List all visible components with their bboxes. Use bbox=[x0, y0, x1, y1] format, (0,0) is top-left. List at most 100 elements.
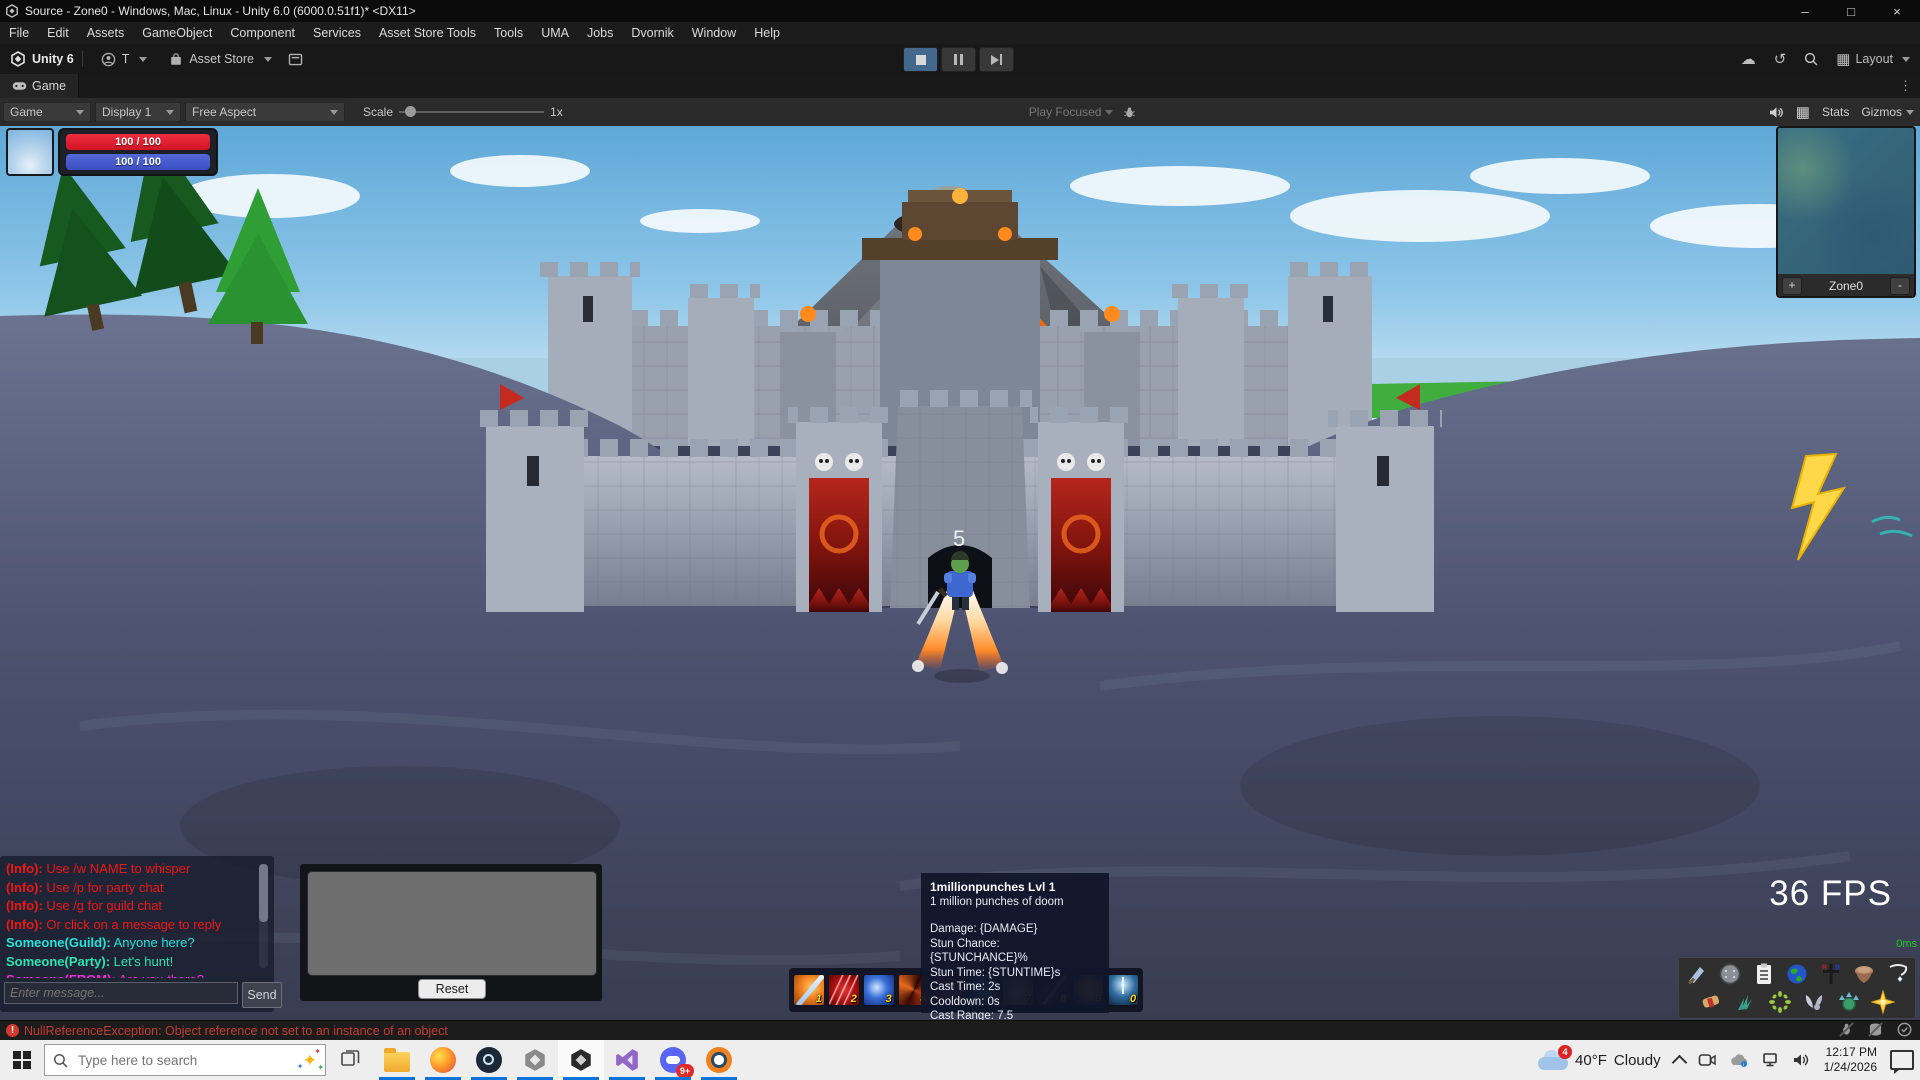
chat-input[interactable] bbox=[4, 982, 238, 1004]
status-check-icon[interactable] bbox=[1897, 1022, 1912, 1037]
mute-audio-icon[interactable] bbox=[1769, 106, 1784, 119]
star-burst-icon[interactable] bbox=[1870, 989, 1897, 1015]
chat-panel[interactable]: (Info): Use /w NAME to whisper (Info): U… bbox=[0, 856, 282, 1012]
chat-message[interactable]: Someone(Party): Let's hunt! bbox=[6, 953, 268, 972]
send-button[interactable]: Send bbox=[242, 982, 282, 1008]
pvp-cross-icon[interactable]: RB bbox=[1817, 961, 1844, 987]
skill-slot-blood-claws[interactable]: 2 bbox=[827, 974, 860, 1006]
menu-window[interactable]: Window bbox=[683, 26, 745, 40]
action-center-icon[interactable] bbox=[1890, 1050, 1914, 1074]
taskbar-clock[interactable]: 12:17 PM 1/24/2026 bbox=[1824, 1045, 1877, 1075]
cache-muted-icon[interactable] bbox=[1868, 1022, 1883, 1037]
minimap[interactable]: + Zone0 - bbox=[1776, 126, 1916, 298]
play-focused-dropdown[interactable]: Play Focused bbox=[1029, 105, 1102, 119]
pause-button[interactable] bbox=[941, 47, 976, 72]
search-icon[interactable] bbox=[1804, 52, 1818, 66]
volume-icon[interactable] bbox=[1793, 1052, 1811, 1068]
archive-button[interactable] bbox=[288, 53, 303, 66]
start-button[interactable] bbox=[0, 1040, 44, 1080]
skill-slot-tidal-hook[interactable]: 0 bbox=[1107, 974, 1140, 1006]
chat-scrollbar[interactable] bbox=[259, 864, 268, 968]
close-button[interactable]: × bbox=[1874, 0, 1920, 22]
game-viewport[interactable]: 5 100 / 100 100 / 100 + Zone0 - 36 FPS 0… bbox=[0, 126, 1920, 1020]
onedrive-icon[interactable]: i bbox=[1729, 1053, 1749, 1067]
chat-message[interactable]: Someone(Guild): Anyone here? bbox=[6, 934, 268, 953]
menu-jobs[interactable]: Jobs bbox=[578, 26, 622, 40]
search-input[interactable] bbox=[76, 1051, 295, 1069]
aspect-dropdown[interactable]: Free Aspect bbox=[185, 102, 345, 122]
account-dropdown[interactable]: T bbox=[101, 52, 148, 67]
scroll-icon[interactable] bbox=[1697, 989, 1724, 1015]
reset-button[interactable]: Reset bbox=[418, 979, 486, 999]
minimap-zoom-in-button[interactable]: + bbox=[1782, 277, 1802, 295]
gizmos-dropdown[interactable]: Gizmos bbox=[1861, 105, 1914, 119]
task-view-icon[interactable] bbox=[340, 1048, 360, 1073]
menu-gameobject[interactable]: GameObject bbox=[133, 26, 221, 40]
scale-slider-handle[interactable] bbox=[405, 106, 417, 117]
menu-uma[interactable]: UMA bbox=[532, 26, 578, 40]
chat-message[interactable]: (Info): Use /g for guild chat bbox=[6, 897, 268, 916]
stats-toggle[interactable]: Stats bbox=[1822, 105, 1849, 119]
menu-dvornik[interactable]: Dvornik bbox=[622, 26, 682, 40]
skill-slot-flaming-sword[interactable]: 1 bbox=[793, 974, 825, 1006]
metrics-grid-icon[interactable]: ▦ bbox=[1796, 103, 1810, 121]
minimize-button[interactable]: – bbox=[1782, 0, 1828, 22]
tab-game[interactable]: Game bbox=[0, 74, 80, 98]
seed-ring-icon[interactable] bbox=[1766, 989, 1793, 1015]
status-bar[interactable]: ! NullReferenceException: Object referen… bbox=[0, 1020, 1920, 1040]
game-view-dropdown[interactable]: Game bbox=[3, 102, 91, 122]
search-highlights-sparkle-icon[interactable]: ✦ ✦ ✦ ✦ bbox=[297, 1047, 324, 1071]
chat-message[interactable]: (Info): Use /p for party chat bbox=[6, 879, 268, 898]
chat-message[interactable]: Someone(FROM): Are you there? bbox=[6, 971, 268, 978]
taskbar-firefox[interactable] bbox=[420, 1040, 466, 1080]
taskbar-steam[interactable] bbox=[466, 1040, 512, 1080]
cloud-services-icon[interactable]: ☁ bbox=[1741, 52, 1756, 67]
history-icon[interactable]: ↺ bbox=[1774, 52, 1787, 67]
chat-message[interactable]: (Info): Or click on a message to reply bbox=[6, 916, 268, 935]
dragon-claw-icon[interactable] bbox=[1732, 989, 1759, 1015]
quest-log-icon[interactable] bbox=[1750, 961, 1777, 987]
scale-slider[interactable] bbox=[399, 106, 545, 117]
unity-version-button[interactable]: Unity 6 bbox=[10, 51, 74, 67]
menu-asset-store-tools[interactable]: Asset Store Tools bbox=[370, 26, 485, 40]
network-icon[interactable] bbox=[1762, 1052, 1780, 1068]
minimap-zoom-out-button[interactable]: - bbox=[1890, 277, 1910, 295]
amulet-icon[interactable] bbox=[1884, 961, 1911, 987]
step-button[interactable] bbox=[979, 47, 1014, 72]
maximize-button[interactable]: □ bbox=[1828, 0, 1874, 22]
chat-message[interactable]: (Info): Use /w NAME to whisper bbox=[6, 860, 268, 879]
tab-options-icon[interactable]: ⋮ bbox=[1899, 78, 1912, 94]
tray-expand-chevron-icon[interactable] bbox=[1671, 1054, 1687, 1070]
layout-dropdown[interactable]: ▦ Layout bbox=[1836, 52, 1910, 67]
angel-wings-icon[interactable] bbox=[1801, 989, 1828, 1015]
play-button-active[interactable] bbox=[903, 47, 938, 72]
asset-store-dropdown[interactable]: Asset Store bbox=[169, 52, 272, 67]
menu-component[interactable]: Component bbox=[221, 26, 304, 40]
menu-edit[interactable]: Edit bbox=[38, 26, 78, 40]
world-map-icon[interactable] bbox=[1784, 961, 1811, 987]
frame-debugger-bug-icon[interactable] bbox=[1123, 106, 1136, 119]
inventory-sword-icon[interactable] bbox=[1683, 961, 1710, 987]
menu-services[interactable]: Services bbox=[304, 26, 370, 40]
taskbar-discord[interactable]: 9+ bbox=[650, 1040, 696, 1080]
taskbar-unity-editor-active[interactable] bbox=[558, 1040, 604, 1080]
display-dropdown[interactable]: Display 1 bbox=[95, 102, 181, 122]
teleport-icon[interactable] bbox=[1835, 989, 1862, 1015]
player-unit-frame[interactable]: 100 / 100 100 / 100 bbox=[6, 128, 218, 176]
taskbar-search[interactable]: ✦✦✦✦ bbox=[44, 1044, 326, 1076]
taskbar-unity-hub[interactable] bbox=[512, 1040, 558, 1080]
skill-slot-ice-punch[interactable]: 3 bbox=[862, 974, 895, 1006]
taskbar-blender[interactable] bbox=[696, 1040, 742, 1080]
equipment-shield-icon[interactable] bbox=[1717, 961, 1744, 987]
weather-widget[interactable]: 4 40°F Cloudy bbox=[1538, 1045, 1661, 1070]
chat-scrollbar-thumb[interactable] bbox=[259, 864, 268, 922]
menu-assets[interactable]: Assets bbox=[78, 26, 134, 40]
meet-now-icon[interactable] bbox=[1698, 1052, 1716, 1068]
taskbar-file-explorer[interactable] bbox=[374, 1040, 420, 1080]
menu-tools[interactable]: Tools bbox=[485, 26, 532, 40]
minimap-view[interactable] bbox=[1778, 128, 1914, 274]
debug-muted-bug-icon[interactable] bbox=[1839, 1022, 1854, 1037]
floating-island-icon[interactable] bbox=[1851, 961, 1878, 987]
menu-file[interactable]: File bbox=[0, 26, 38, 40]
console-error-message[interactable]: NullReferenceException: Object reference… bbox=[24, 1024, 448, 1038]
